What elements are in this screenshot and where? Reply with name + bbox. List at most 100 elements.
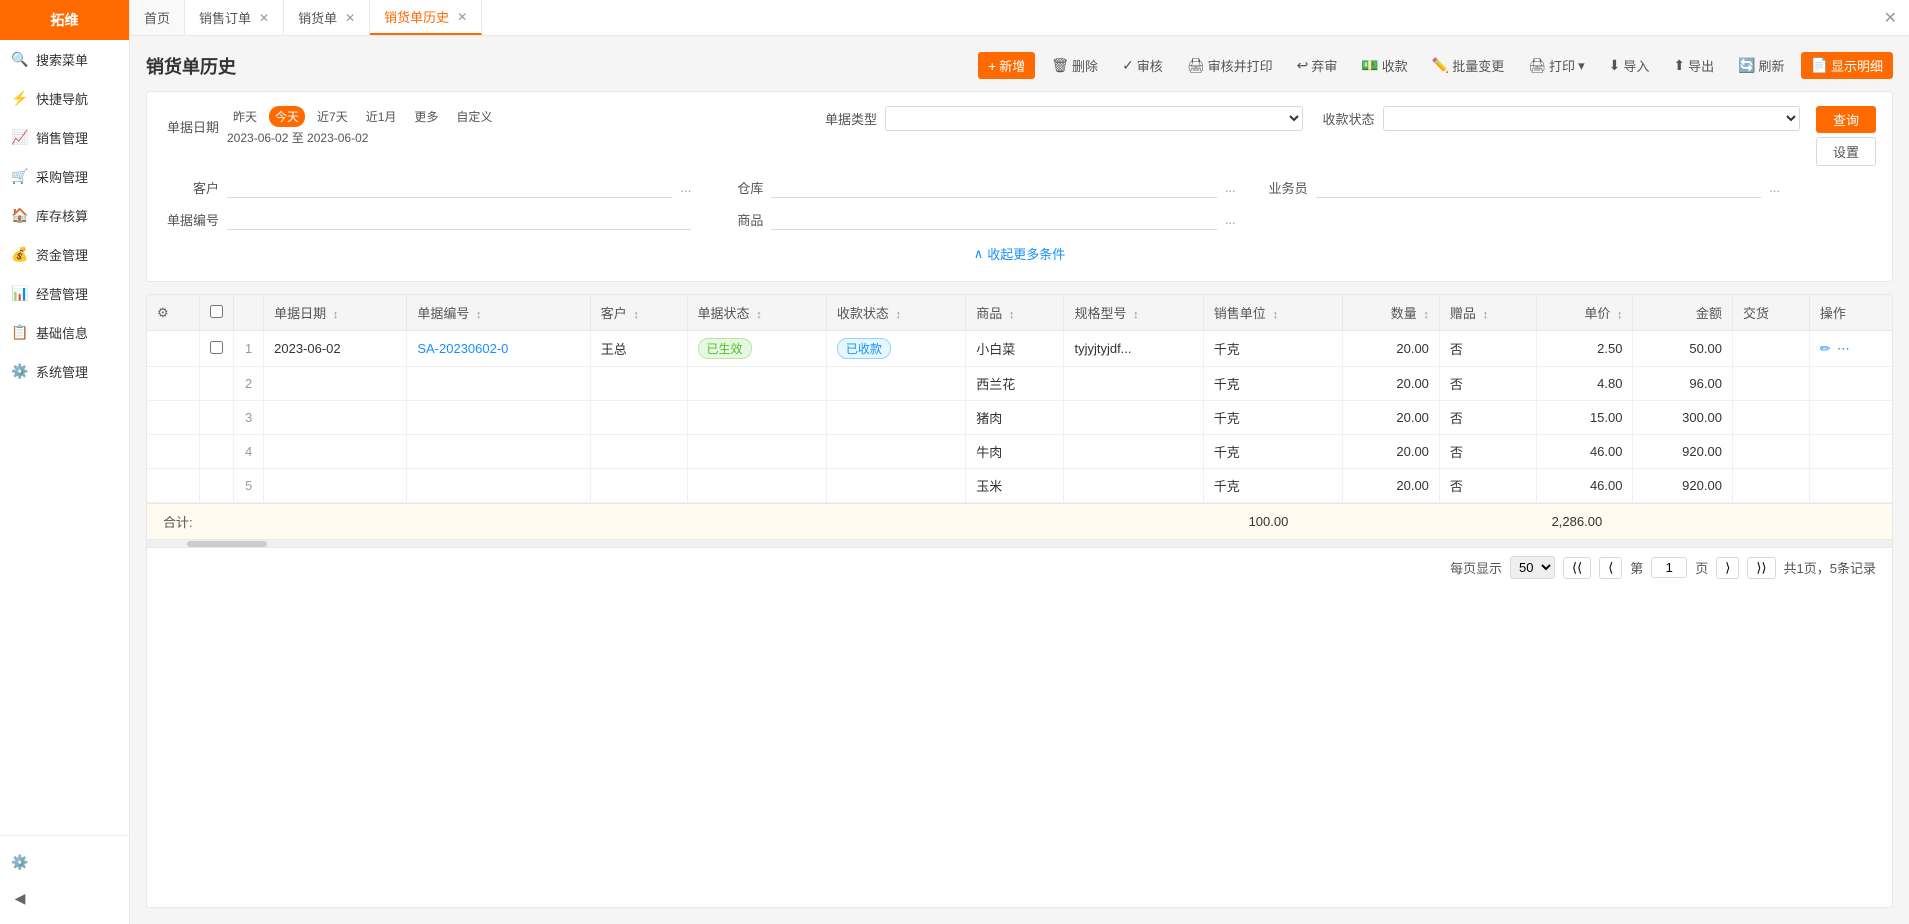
audit-print-button[interactable]: 🖨 审核并打印 [1179, 52, 1281, 79]
doc-no-input[interactable] [227, 208, 691, 230]
tab-sales-goods[interactable]: 销货单 ✕ [284, 0, 370, 35]
sidebar-item-operations[interactable]: 📊 经营管理 [0, 274, 129, 313]
cell-checkbox[interactable] [200, 401, 234, 435]
sort-quantity-icon[interactable]: ↕ [1423, 309, 1429, 321]
tab-sales-goods-close[interactable]: ✕ [345, 11, 355, 25]
filter-row-3: 单据编号 商品 ... [163, 208, 1876, 230]
warehouse-dots[interactable]: ... [1225, 180, 1236, 195]
warehouse-input[interactable] [771, 176, 1216, 198]
cell-trade [1732, 435, 1809, 469]
row-checkbox[interactable] [210, 341, 223, 354]
tab-sales-history-close[interactable]: ✕ [457, 10, 467, 24]
sidebar-item-settings-bottom[interactable]: ⚙️ [0, 844, 129, 880]
th-sales-unit[interactable]: 销售单位 ↕ [1203, 295, 1342, 331]
date-tag-yesterday[interactable]: 昨天 [227, 106, 263, 127]
abandon-button[interactable]: ↩ 弃审 [1289, 52, 1346, 79]
sidebar-item-purchase-mgmt[interactable]: 🛒 采购管理 [0, 157, 129, 196]
print-button[interactable]: 🖨 打印 ▾ [1520, 52, 1592, 79]
sidebar-item-search-menu[interactable]: 🔍 搜索菜单 [0, 40, 129, 79]
cell-spec-model [1064, 367, 1203, 401]
page-last-button[interactable]: ⟩⟩ [1747, 557, 1775, 579]
sidebar-item-sales-mgmt[interactable]: 📈 销售管理 [0, 118, 129, 157]
page-input[interactable] [1651, 557, 1687, 578]
sidebar-item-basic-info[interactable]: 📋 基础信息 [0, 313, 129, 352]
export-button[interactable]: ⬆ 导出 [1665, 52, 1722, 79]
sort-doc-status-icon[interactable]: ↕ [756, 309, 762, 321]
th-quantity[interactable]: 数量 ↕ [1343, 295, 1440, 331]
batch-change-button[interactable]: ✏️ 批量变更 [1424, 52, 1512, 79]
collect-icon: 💵 [1361, 57, 1378, 74]
show-detail-button[interactable]: 📄 显示明细 [1801, 52, 1893, 79]
sidebar-item-system-mgmt[interactable]: ⚙️ 系统管理 [0, 352, 129, 391]
th-unit-price-label: 单价 [1584, 306, 1610, 321]
customer-label: 客户 [163, 178, 219, 197]
sidebar-item-collapse-bottom[interactable]: ◀ [0, 880, 129, 916]
tab-sales-order-close[interactable]: ✕ [259, 11, 269, 25]
sort-unit-price-icon[interactable]: ↕ [1617, 309, 1623, 321]
goods-input[interactable] [771, 208, 1216, 230]
edit-icon[interactable]: ✏ [1820, 341, 1831, 357]
collect-status-select[interactable] [1383, 106, 1801, 131]
close-all-tabs[interactable]: ✕ [1872, 8, 1909, 28]
new-button[interactable]: + 新增 [978, 52, 1035, 79]
tab-sales-history[interactable]: 销货单历史 ✕ [370, 0, 482, 35]
sidebar-item-quick-nav[interactable]: ⚡ 快捷导航 [0, 79, 129, 118]
more-icon[interactable]: ⋯ [1837, 341, 1850, 357]
per-page-select[interactable]: 50 [1510, 556, 1555, 579]
th-unit-price[interactable]: 单价 ↕ [1536, 295, 1633, 331]
th-customer[interactable]: 客户 ↕ [590, 295, 687, 331]
date-tag-1month[interactable]: 近1月 [360, 106, 403, 127]
cell-checkbox[interactable] [200, 367, 234, 401]
th-gift[interactable]: 赠品 ↕ [1439, 295, 1536, 331]
sort-sales-unit-icon[interactable]: ↕ [1272, 309, 1278, 321]
collect-button[interactable]: 💵 收款 [1353, 52, 1415, 79]
refresh-button[interactable]: 🔄 刷新 [1730, 52, 1792, 79]
sort-collect-status-icon[interactable]: ↕ [896, 309, 902, 321]
select-all-checkbox[interactable] [210, 305, 223, 318]
sidebar-item-finance[interactable]: 💰 资金管理 [0, 235, 129, 274]
date-tag-more[interactable]: 更多 [408, 106, 444, 127]
tab-sales-order[interactable]: 销售订单 ✕ [185, 0, 284, 35]
th-goods[interactable]: 商品 ↕ [966, 295, 1064, 331]
delete-button[interactable]: 🗑 删除 [1043, 52, 1106, 79]
audit-button[interactable]: ✓ 审核 [1114, 52, 1171, 79]
salesman-input[interactable] [1316, 176, 1761, 198]
sort-goods-icon[interactable]: ↕ [1009, 309, 1015, 321]
horizontal-scrollbar[interactable] [147, 539, 1892, 547]
cell-checkbox[interactable] [200, 331, 234, 367]
cell-amount: 920.00 [1633, 469, 1732, 503]
cell-checkbox[interactable] [200, 435, 234, 469]
query-setting-button[interactable]: 设置 [1816, 137, 1876, 166]
query-search-button[interactable]: 查询 [1816, 106, 1876, 133]
date-tag-custom[interactable]: 自定义 [450, 106, 498, 127]
date-tag-7days[interactable]: 近7天 [311, 106, 354, 127]
tab-home[interactable]: 首页 [130, 0, 185, 35]
doc-type-select[interactable] [885, 106, 1303, 131]
sort-doc-no-icon[interactable]: ↕ [476, 309, 482, 321]
customer-input[interactable] [227, 176, 672, 198]
th-spec-model[interactable]: 规格型号 ↕ [1064, 295, 1203, 331]
th-doc-date[interactable]: 单据日期 ↕ [264, 295, 407, 331]
th-gear[interactable]: ⚙ [147, 295, 200, 331]
th-doc-no[interactable]: 单据编号 ↕ [407, 295, 590, 331]
gear-icon[interactable]: ⚙ [157, 305, 169, 320]
goods-dots[interactable]: ... [1225, 212, 1236, 227]
sort-customer-icon[interactable]: ↕ [633, 309, 639, 321]
page-first-button[interactable]: ⟨⟨ [1563, 557, 1591, 579]
page-prev-button[interactable]: ⟨ [1599, 557, 1622, 579]
refresh-icon: 🔄 [1738, 57, 1755, 74]
sort-gift-icon[interactable]: ↕ [1483, 309, 1489, 321]
page-next-button[interactable]: ⟩ [1716, 557, 1739, 579]
cell-checkbox[interactable] [200, 469, 234, 503]
import-button[interactable]: ⬇ 导入 [1601, 52, 1658, 79]
collapse-filter-button[interactable]: ∧ 收起更多条件 [163, 240, 1876, 267]
sort-doc-date-icon[interactable]: ↕ [333, 309, 339, 321]
date-tag-today[interactable]: 今天 [269, 106, 305, 127]
th-doc-status[interactable]: 单据状态 ↕ [687, 295, 826, 331]
th-collect-status[interactable]: 收款状态 ↕ [826, 295, 965, 331]
customer-dots[interactable]: ... [680, 180, 691, 195]
salesman-dots[interactable]: ... [1769, 180, 1780, 195]
sidebar-item-inventory[interactable]: 🏠 库存核算 [0, 196, 129, 235]
sort-spec-model-icon[interactable]: ↕ [1133, 309, 1139, 321]
doc-no-link[interactable]: SA-20230602-0 [417, 341, 508, 356]
